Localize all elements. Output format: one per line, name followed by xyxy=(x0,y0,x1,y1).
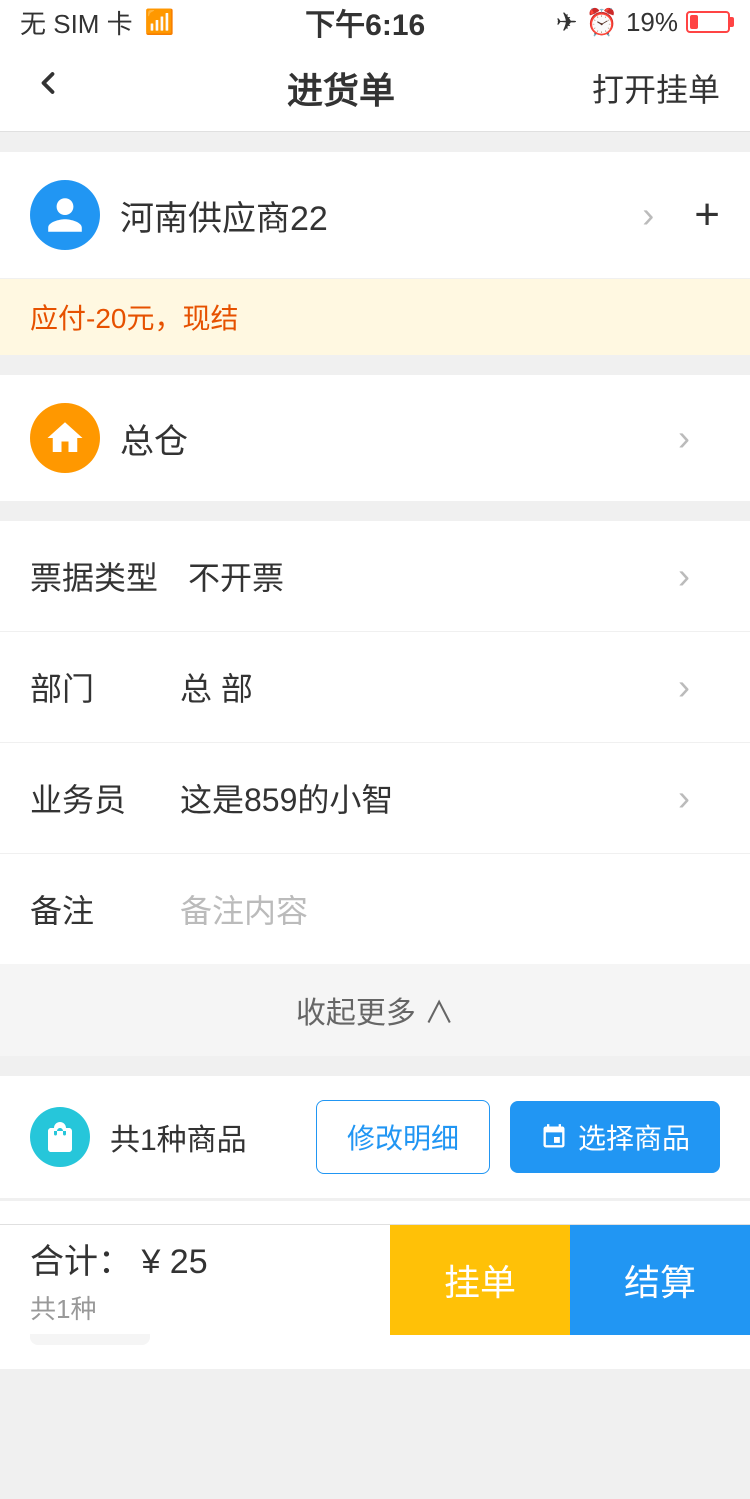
form-section: 票据类型 不开票 › 部门 总 部 › 业务员 这是859的小智 › 备注 备注… xyxy=(0,521,750,964)
status-bar: 无 SIM 卡 📶 下午6:16 ✈ ⏰ 19% xyxy=(0,0,750,44)
pending-button[interactable]: 挂单 xyxy=(390,1225,570,1335)
select-product-button[interactable]: 选择商品 xyxy=(510,1101,720,1173)
invoice-label: 票据类型 xyxy=(30,553,158,599)
staff-row[interactable]: 业务员 这是859的小智 › xyxy=(0,743,750,854)
home-icon xyxy=(44,417,86,459)
supplier-name: 河南供应商22 xyxy=(120,191,642,240)
department-row[interactable]: 部门 总 部 › xyxy=(0,632,750,743)
page-title: 进货单 xyxy=(287,62,395,114)
chevron-right-icon: › xyxy=(642,194,654,236)
section-gap-1 xyxy=(0,132,750,152)
time-label: 下午6:16 xyxy=(305,0,425,44)
checkout-button[interactable]: 结算 xyxy=(570,1225,750,1335)
staff-chevron-icon: › xyxy=(678,777,690,819)
add-supplier-button[interactable]: + xyxy=(694,190,720,240)
total-amount: ¥ 25 xyxy=(141,1243,207,1281)
select-product-label: 选择商品 xyxy=(578,1117,690,1157)
footer-spacer xyxy=(0,1369,750,1499)
invoice-value: 不开票 xyxy=(158,553,678,599)
warehouse-icon xyxy=(30,403,100,473)
product-count-icon xyxy=(30,1107,90,1167)
footer-total: 合计： ¥ 25 共1种 xyxy=(0,1234,390,1326)
department-label: 部门 xyxy=(30,664,150,710)
remark-placeholder[interactable]: 备注内容 xyxy=(150,886,720,932)
status-left: 无 SIM 卡 📶 xyxy=(20,4,175,41)
battery-icon xyxy=(686,11,730,33)
location-icon: ✈ xyxy=(556,7,578,38)
supplier-section: 河南供应商22 › + 应付-20元，现结 xyxy=(0,152,750,355)
status-right: ✈ ⏰ 19% xyxy=(556,7,730,38)
section-gap-2 xyxy=(0,355,750,375)
footer-total-amount: 合计： ¥ 25 xyxy=(30,1234,360,1283)
footer: 合计： ¥ 25 共1种 挂单 结算 xyxy=(0,1224,750,1334)
supplier-notice: 应付-20元，现结 xyxy=(0,279,750,355)
open-pending-button[interactable]: 打开挂单 xyxy=(592,65,720,111)
invoice-row[interactable]: 票据类型 不开票 › xyxy=(0,521,750,632)
product-count-text: 共1种商品 xyxy=(110,1115,316,1159)
product-header: 共1种商品 修改明细 选择商品 xyxy=(0,1076,750,1198)
alarm-icon: ⏰ xyxy=(586,7,618,38)
person-icon xyxy=(44,194,86,236)
nav-bar: 进货单 打开挂单 xyxy=(0,44,750,132)
total-label: 合计： xyxy=(30,1243,132,1281)
section-gap-4 xyxy=(0,1056,750,1076)
back-button[interactable] xyxy=(30,65,90,111)
modify-detail-button[interactable]: 修改明细 xyxy=(316,1100,490,1174)
shopping-bag-icon xyxy=(42,1119,78,1155)
warehouse-chevron-icon: › xyxy=(678,417,690,459)
section-gap-3 xyxy=(0,501,750,521)
department-value: 总 部 xyxy=(150,664,678,710)
remark-row[interactable]: 备注 备注内容 xyxy=(0,854,750,964)
select-product-icon xyxy=(540,1123,568,1151)
collapse-button[interactable]: 收起更多 ∧ xyxy=(0,964,750,1056)
carrier-label: 无 SIM 卡 xyxy=(20,4,133,41)
invoice-chevron-icon: › xyxy=(678,555,690,597)
warehouse-row[interactable]: 总仓 › xyxy=(0,375,750,501)
department-chevron-icon: › xyxy=(678,666,690,708)
warehouse-name: 总仓 xyxy=(120,414,678,463)
staff-value: 这是859的小智 xyxy=(150,775,678,821)
remark-label: 备注 xyxy=(30,886,150,932)
wifi-icon: 📶 xyxy=(145,8,175,37)
staff-label: 业务员 xyxy=(30,775,150,821)
supplier-avatar xyxy=(30,180,100,250)
battery-label: 19% xyxy=(626,7,678,38)
footer-count: 共1种 xyxy=(30,1289,360,1326)
supplier-row[interactable]: 河南供应商22 › + xyxy=(0,152,750,279)
